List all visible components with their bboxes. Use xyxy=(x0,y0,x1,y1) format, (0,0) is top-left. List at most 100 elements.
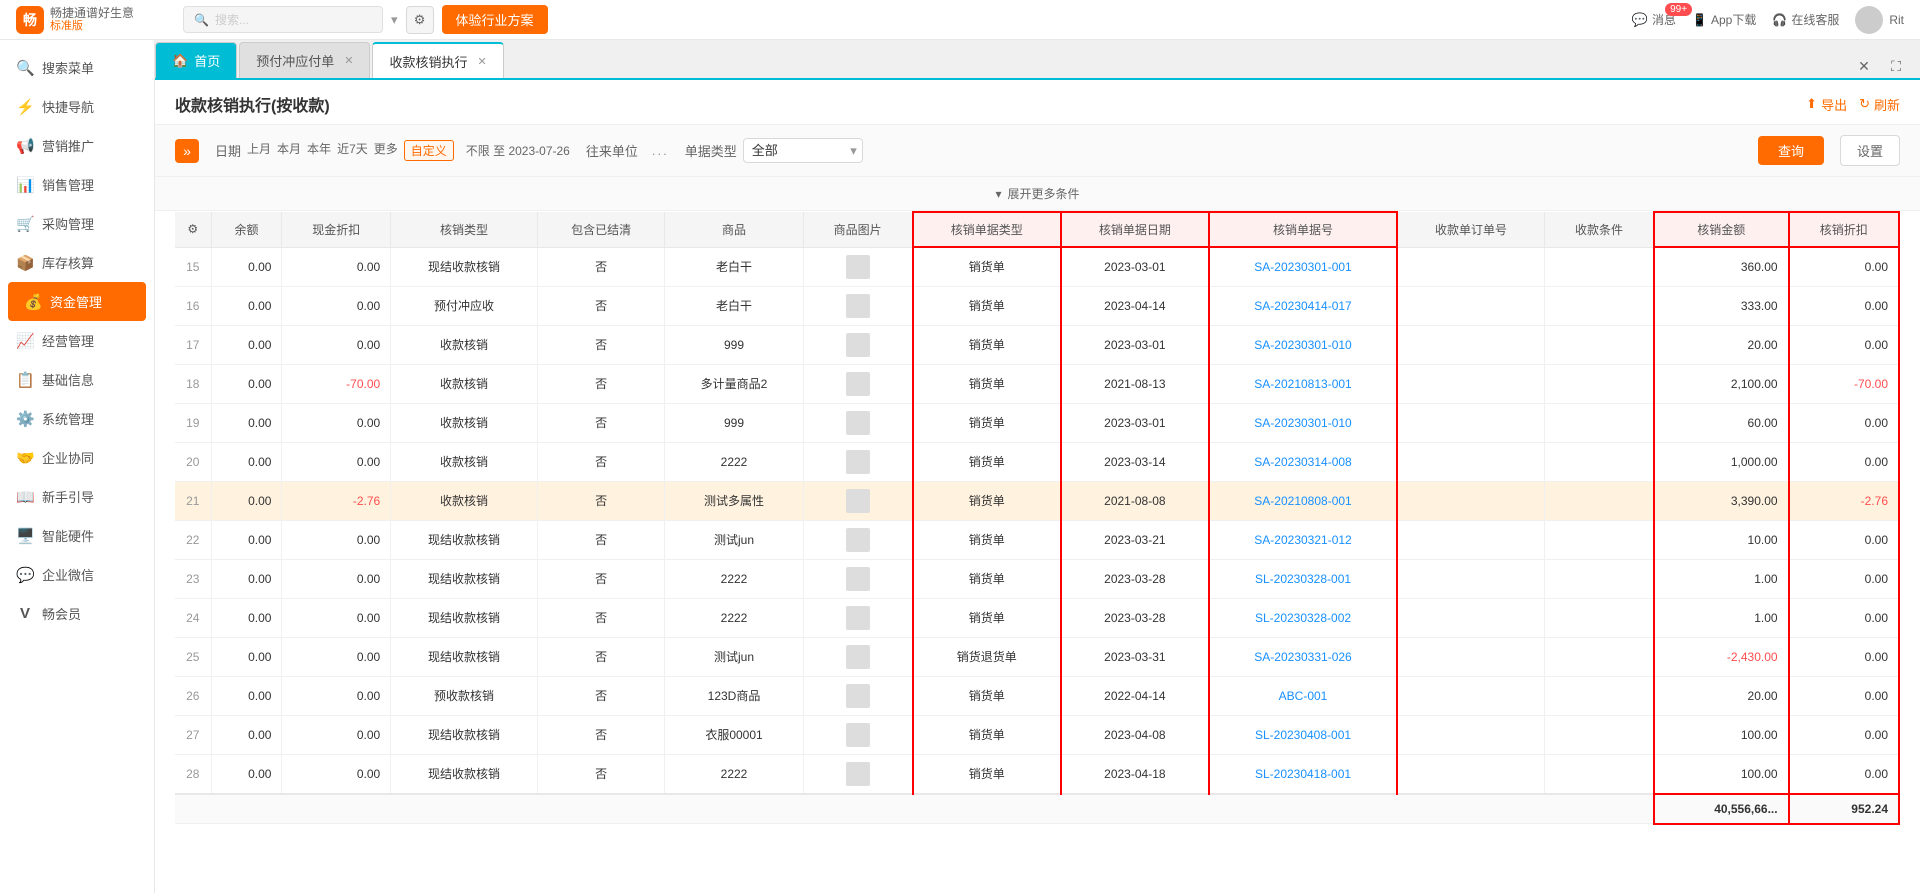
tab-writeoff[interactable]: 收款核销执行 ✕ xyxy=(372,42,503,78)
table-row: 18 0.00 -70.00 收款核销 否 多计量商品2 销货单 2021-08… xyxy=(175,364,1899,403)
voucher-no-link[interactable]: SL-20230328-002 xyxy=(1255,611,1351,625)
tab-prepay[interactable]: 预付冲应付单 ✕ xyxy=(239,42,370,78)
td-writeoff-amount: 100.00 xyxy=(1654,715,1789,754)
td-voucher-type: 销货单 xyxy=(913,286,1061,325)
sidebar-item-label: 资金管理 xyxy=(50,292,102,311)
sidebar-item-vip[interactable]: V 畅会员 xyxy=(0,594,154,633)
sidebar-item-guide[interactable]: 📖 新手引导 xyxy=(0,477,154,516)
voucher-type-select[interactable]: 全部 xyxy=(743,138,863,163)
voucher-no-link[interactable]: SA-20230331-026 xyxy=(1254,650,1351,664)
date-this-year[interactable]: 本年 xyxy=(307,140,331,161)
td-voucher-no: ABC-001 xyxy=(1209,676,1397,715)
td-receipt-order-no xyxy=(1397,442,1544,481)
more-conditions-button[interactable]: ▾ 展开更多条件 xyxy=(979,181,1095,206)
th-settings[interactable]: ⚙ xyxy=(175,212,211,247)
td-writeoff-discount: 0.00 xyxy=(1789,754,1899,794)
td-balance: 0.00 xyxy=(211,403,282,442)
td-voucher-date: 2023-04-14 xyxy=(1061,286,1209,325)
close-icon[interactable]: ✕ xyxy=(477,55,486,68)
td-receipt-condition xyxy=(1544,325,1654,364)
td-voucher-date: 2023-03-01 xyxy=(1061,403,1209,442)
maximize-button[interactable]: ⛶ xyxy=(1884,54,1908,78)
table-row: 19 0.00 0.00 收款核销 否 999 销货单 2023-03-01 S… xyxy=(175,403,1899,442)
voucher-no-link[interactable]: SA-20230301-010 xyxy=(1254,416,1351,430)
sidebar-item-purchase[interactable]: 🛒 采购管理 xyxy=(0,204,154,243)
table-row: 16 0.00 0.00 预付冲应收 否 老白干 销货单 2023-04-14 … xyxy=(175,286,1899,325)
td-goods: 老白干 xyxy=(665,286,803,325)
date-prev-month[interactable]: 上月 xyxy=(247,140,271,161)
td-included: 否 xyxy=(537,715,665,754)
sidebar-item-wecom[interactable]: 💬 企业微信 xyxy=(0,555,154,594)
td-writeoff-type: 现结收款核销 xyxy=(391,520,538,559)
sidebar-item-operations[interactable]: 📈 经营管理 xyxy=(0,321,154,360)
refresh-button[interactable]: ↻ 刷新 xyxy=(1859,95,1900,114)
tab-home[interactable]: 🏠 首页 xyxy=(155,42,237,78)
td-voucher-type: 销货单 xyxy=(913,442,1061,481)
online-service[interactable]: 🎧 在线客服 xyxy=(1772,11,1839,28)
td-id: 26 xyxy=(175,676,211,715)
td-writeoff-type: 现结收款核销 xyxy=(391,559,538,598)
voucher-no-link[interactable]: SA-20210813-001 xyxy=(1254,377,1351,391)
td-balance: 0.00 xyxy=(211,637,282,676)
voucher-no-link[interactable]: SA-20210808-001 xyxy=(1254,494,1351,508)
tab-bar: 🏠 首页 预付冲应付单 ✕ 收款核销执行 ✕ ✕ ⛶ xyxy=(155,40,1920,80)
export-button[interactable]: ⬆ 导出 xyxy=(1806,95,1847,114)
sidebar-item-label: 基础信息 xyxy=(42,370,94,389)
sidebar-item-marketing[interactable]: 📢 营销推广 xyxy=(0,126,154,165)
td-goods-img xyxy=(803,637,913,676)
settings-button[interactable]: 设置 xyxy=(1840,135,1900,166)
voucher-no-link[interactable]: ABC-001 xyxy=(1279,689,1328,703)
voucher-no-link[interactable]: SA-20230321-012 xyxy=(1254,533,1351,547)
sidebar-item-search[interactable]: 🔍 搜索菜单 xyxy=(0,48,154,87)
td-included: 否 xyxy=(537,403,665,442)
td-voucher-date: 2023-03-14 xyxy=(1061,442,1209,481)
summary-label xyxy=(175,794,1654,824)
voucher-no-link[interactable]: SL-20230418-001 xyxy=(1255,767,1351,781)
td-receipt-order-no xyxy=(1397,598,1544,637)
td-writeoff-discount: -70.00 xyxy=(1789,364,1899,403)
close-window-button[interactable]: ✕ xyxy=(1852,54,1876,78)
voucher-no-link[interactable]: SA-20230414-017 xyxy=(1254,299,1351,313)
voucher-no-link[interactable]: SA-20230301-010 xyxy=(1254,338,1351,352)
sidebar-item-sales[interactable]: 📊 销售管理 xyxy=(0,165,154,204)
close-icon[interactable]: ✕ xyxy=(344,54,353,67)
query-button[interactable]: 查询 xyxy=(1758,136,1824,165)
voucher-no-link[interactable]: SA-20230314-008 xyxy=(1254,455,1351,469)
td-writeoff-discount: -2.76 xyxy=(1789,481,1899,520)
date-custom-button[interactable]: 自定义 xyxy=(404,140,454,161)
date-more[interactable]: 更多 xyxy=(374,140,398,161)
app-download[interactable]: 📱 App下载 xyxy=(1692,11,1756,28)
td-id: 28 xyxy=(175,754,211,794)
date-7days[interactable]: 近7天 xyxy=(337,140,368,161)
voucher-no-link[interactable]: SL-20230328-001 xyxy=(1255,572,1351,586)
td-writeoff-amount: 20.00 xyxy=(1654,325,1789,364)
solution-button[interactable]: 体验行业方案 xyxy=(442,5,548,34)
td-included: 否 xyxy=(537,637,665,676)
table-row: 27 0.00 0.00 现结收款核销 否 衣服00001 销货单 2023-0… xyxy=(175,715,1899,754)
partner-label: 往来单位 xyxy=(586,141,638,160)
sidebar-item-inventory[interactable]: 📦 库存核算 xyxy=(0,243,154,282)
td-writeoff-amount: 2,100.00 xyxy=(1654,364,1789,403)
voucher-no-link[interactable]: SA-20230301-001 xyxy=(1254,260,1351,274)
td-included: 否 xyxy=(537,481,665,520)
sidebar-item-label: 库存核算 xyxy=(42,253,94,272)
sidebar-item-collab[interactable]: 🤝 企业协同 xyxy=(0,438,154,477)
sidebar-item-label: 采购管理 xyxy=(42,214,94,233)
voucher-no-link[interactable]: SL-20230408-001 xyxy=(1255,728,1351,742)
td-voucher-date: 2023-03-01 xyxy=(1061,325,1209,364)
search-box[interactable]: 🔍 搜索... xyxy=(183,6,383,33)
gear-button[interactable]: ⚙ xyxy=(406,6,434,34)
user-area[interactable]: Rit xyxy=(1855,6,1904,34)
sidebar-item-hardware[interactable]: 🖥️ 智能硬件 xyxy=(0,516,154,555)
td-writeoff-discount: 0.00 xyxy=(1789,325,1899,364)
date-this-month[interactable]: 本月 xyxy=(277,140,301,161)
sidebar-item-basic-info[interactable]: 📋 基础信息 xyxy=(0,360,154,399)
filter-expand-button[interactable]: » xyxy=(175,139,199,163)
chevron-down-icon[interactable]: ▾ xyxy=(391,12,398,28)
td-writeoff-discount: 0.00 xyxy=(1789,286,1899,325)
td-cash-discount: 0.00 xyxy=(282,559,391,598)
message-icon[interactable]: 💬 消息 99+ xyxy=(1632,11,1676,28)
sidebar-item-finance[interactable]: 💰 资金管理 xyxy=(8,282,146,321)
sidebar-item-system[interactable]: ⚙️ 系统管理 xyxy=(0,399,154,438)
sidebar-item-quick-nav[interactable]: ⚡ 快捷导航 xyxy=(0,87,154,126)
